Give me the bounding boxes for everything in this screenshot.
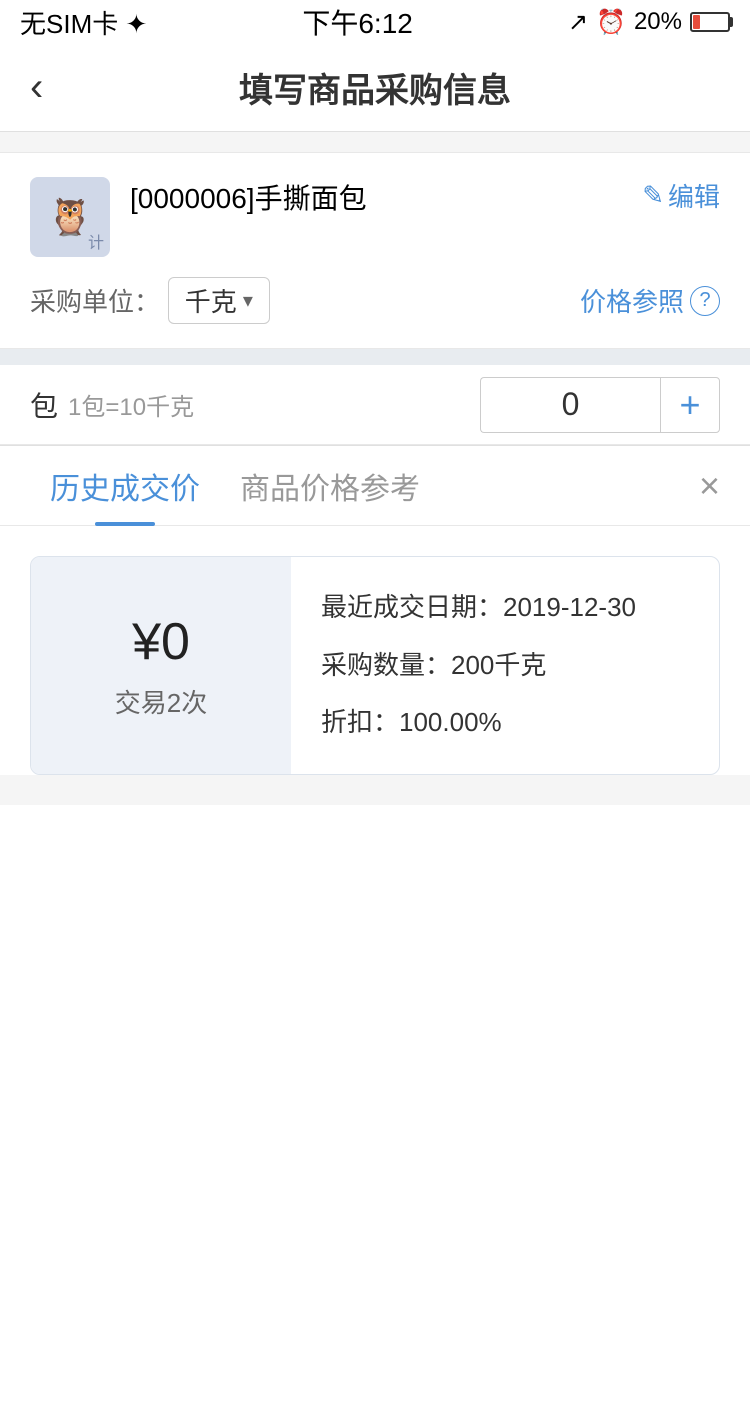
product-meta: 采购单位： 千克 ▾ 价格参照 ? (30, 277, 720, 324)
product-name-text: 手撕面包 (255, 183, 367, 214)
location-icon: ↗ (568, 8, 588, 37)
trade-card: ¥0 交易2次 最近成交日期：2019-12-30 采购数量：200千克 折扣：… (30, 556, 720, 775)
status-right: ↗ ⏰ 20% (568, 8, 730, 37)
tab-history-price[interactable]: 历史成交价 (30, 446, 220, 526)
edit-button[interactable]: ✎ 编辑 (642, 177, 720, 214)
unit-selector-row: 采购单位： 千克 ▾ (30, 277, 270, 324)
trade-card-left: ¥0 交易2次 (31, 557, 291, 774)
back-button[interactable]: ‹ (20, 55, 53, 120)
nav-bar: ‹ 填写商品采购信息 (0, 44, 750, 132)
trade-count: 交易2次 (115, 683, 207, 720)
product-thumbnail: 🦉 计 (30, 177, 110, 257)
purchase-qty-value: 200千克 (451, 650, 546, 680)
product-thumb-sub: 计 (88, 229, 104, 253)
product-thumb-owl-icon: 🦉 (48, 196, 93, 238)
quantity-unit-label: 包 (30, 385, 58, 425)
status-bar: 无SIM卡 ✦ 下午6:12 ↗ ⏰ 20% (0, 0, 750, 44)
tab-history-price-label: 历史成交价 (50, 464, 200, 508)
product-full-name: [0000006]手撕面包 (130, 183, 367, 214)
edit-label: 编辑 (668, 177, 720, 214)
recent-date-value: 2019-12-30 (503, 592, 636, 622)
page-title: 填写商品采购信息 (239, 63, 511, 112)
quantity-plus-button[interactable]: + (660, 377, 720, 433)
trade-price: ¥0 (132, 611, 190, 673)
trade-purchase-qty-row: 采购数量：200千克 (321, 645, 689, 687)
content-area (0, 805, 750, 1405)
recent-date-label: 最近成交日期： (321, 592, 503, 622)
unit-select[interactable]: 千克 ▾ (168, 277, 270, 324)
product-left: 🦉 计 [0000006]手撕面包 (30, 177, 367, 257)
section-divider (0, 349, 750, 365)
trade-discount-row: 折扣：100.00% (321, 702, 689, 744)
product-card: 🦉 计 [0000006]手撕面包 ✎ 编辑 采购单位： 千克 ▾ 价格参照 ? (0, 152, 750, 349)
discount-value: 100.00% (399, 707, 502, 737)
tabs-row: 历史成交价 商品价格参考 × (0, 446, 750, 526)
battery-icon (690, 12, 730, 32)
product-id: [0000006] (130, 183, 255, 214)
product-name: [0000006]手撕面包 (130, 177, 367, 217)
status-time: 下午6:12 (302, 2, 413, 42)
quantity-row: 包 1包=10千克 + (0, 365, 750, 445)
carrier-text: 无SIM卡 ✦ (20, 4, 147, 41)
tab-product-price-ref-label: 商品价格参考 (240, 464, 420, 508)
status-left: 无SIM卡 ✦ (20, 4, 147, 41)
info-icon: ? (690, 286, 720, 316)
trade-recent-date-row: 最近成交日期：2019-12-30 (321, 587, 689, 629)
close-button[interactable]: × (699, 468, 720, 504)
purchase-qty-label: 采购数量： (321, 650, 451, 680)
alarm-icon: ⏰ (596, 8, 626, 37)
trade-card-right: 最近成交日期：2019-12-30 采购数量：200千克 折扣：100.00% (291, 557, 719, 774)
discount-label: 折扣： (321, 707, 399, 737)
bottom-panel: 历史成交价 商品价格参考 × ¥0 交易2次 最近成交日期：2019-12-30… (0, 445, 750, 775)
dropdown-arrow-icon: ▾ (243, 288, 253, 313)
edit-icon: ✎ (642, 180, 664, 211)
price-ref-label: 价格参照 (580, 282, 684, 319)
product-header: 🦉 计 [0000006]手撕面包 ✎ 编辑 (30, 177, 720, 257)
unit-value: 千克 (185, 282, 237, 319)
quantity-input[interactable] (480, 377, 660, 433)
quantity-conversion: 1包=10千克 (68, 387, 480, 422)
price-ref-button[interactable]: 价格参照 ? (580, 282, 720, 319)
battery-percent: 20% (634, 8, 682, 36)
tab-product-price-ref[interactable]: 商品价格参考 (220, 446, 440, 526)
unit-label: 采购单位： (30, 287, 160, 317)
